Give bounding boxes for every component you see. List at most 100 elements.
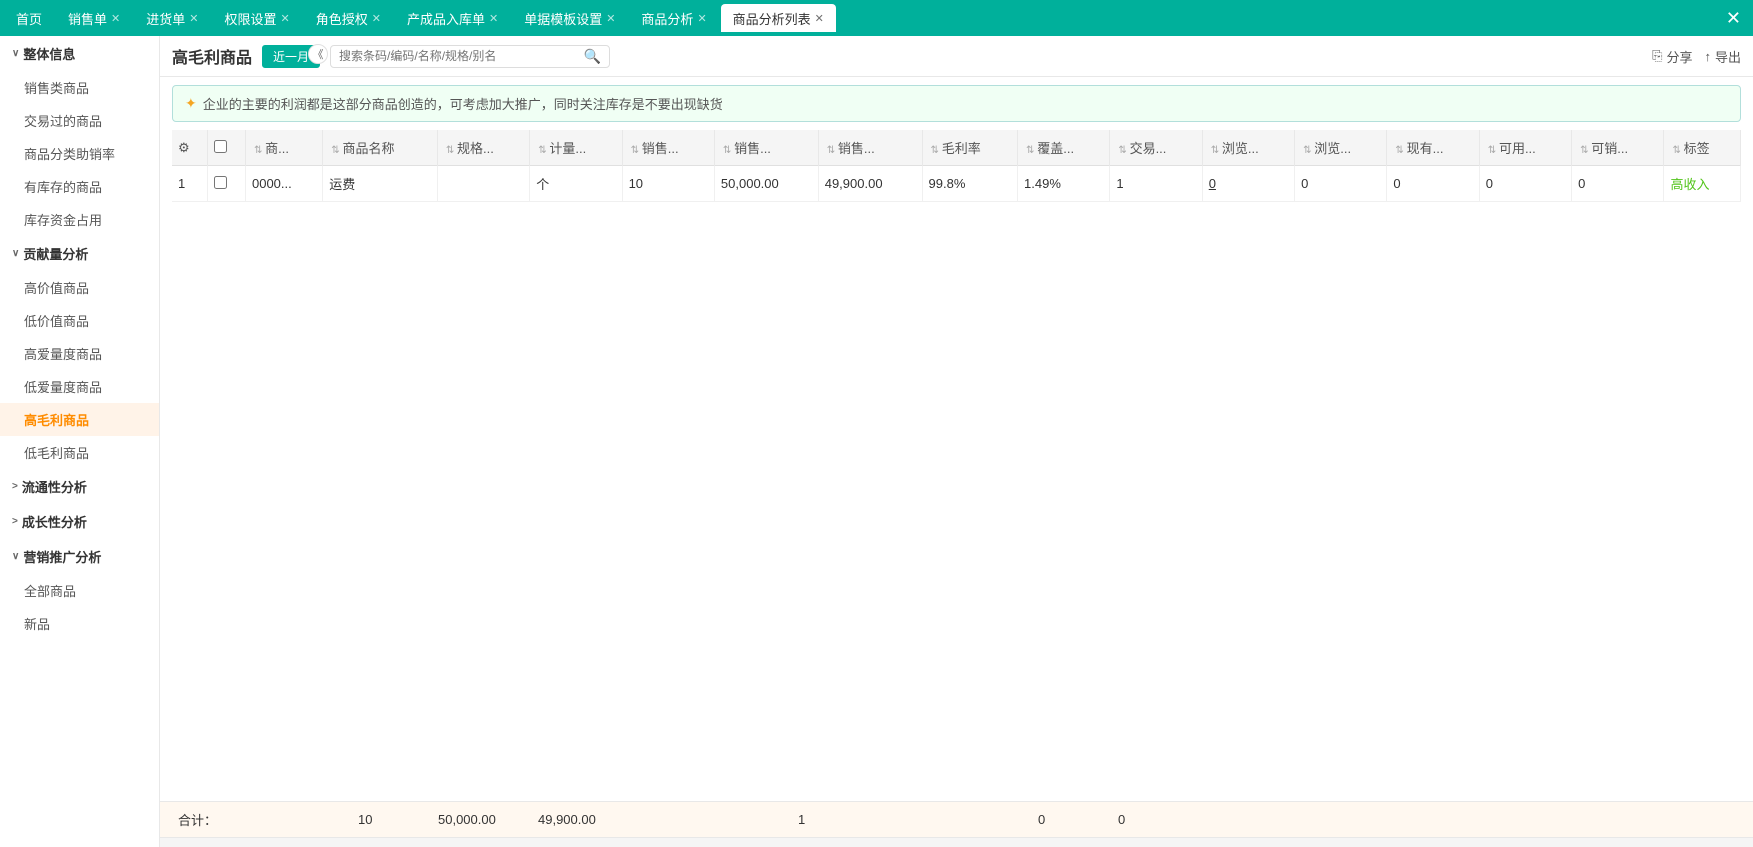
table-row: 10000...运费个1050,000.0049,900.0099.8%1.49…: [172, 166, 1741, 202]
sidebar-section-0[interactable]: ∨整体信息: [0, 36, 159, 71]
sidebar-item-全部商品[interactable]: 全部商品: [0, 574, 159, 607]
tab-权限设置[interactable]: 权限设置 ✕: [212, 4, 301, 32]
export-button[interactable]: ↑ 导出: [1704, 47, 1741, 66]
tab-close-icon[interactable]: ✕: [372, 12, 381, 25]
sidebar-item-销售类商品[interactable]: 销售类商品: [0, 71, 159, 104]
tab-单据模板设置[interactable]: 单据模板设置 ✕: [512, 4, 627, 32]
cell-code: 0000...: [245, 166, 322, 202]
col-header-saleable[interactable]: ⇅ 可销...: [1572, 130, 1664, 166]
cell-coverage: 1.49%: [1018, 166, 1110, 202]
sidebar: ∨整体信息销售类商品交易过的商品商品分类助销率有库存的商品库存资金占用 ∨ 贡献量分…: [0, 36, 160, 847]
col-header-gross_margin[interactable]: ⇅ 毛利率: [922, 130, 1018, 166]
sidebar-item-新品[interactable]: 新品: [0, 607, 159, 640]
sidebar-item-低爱量度商品[interactable]: 低爱量度商品: [0, 370, 159, 403]
cell-sales_profit: 49,900.00: [818, 166, 922, 202]
chevron-icon: ∨: [12, 248, 19, 259]
sidebar-section-2[interactable]: >流通性分析: [0, 469, 159, 504]
tab-商品分析列表[interactable]: 商品分析列表 ✕: [721, 4, 836, 32]
cell-browse2: 0: [1295, 166, 1387, 202]
cell-checkbox: [207, 166, 245, 202]
tab-close-icon[interactable]: ✕: [489, 12, 498, 25]
sidebar-section-4[interactable]: ∨营销推广分析: [0, 539, 159, 574]
footer-current-stock: 0: [1032, 812, 1112, 827]
tab-进货单[interactable]: 进货单 ✕: [134, 4, 210, 32]
tab-产成品入库单[interactable]: 产成品入库单 ✕: [395, 4, 510, 32]
sort-icon: ⇅: [1488, 145, 1499, 156]
sidebar-collapse-button[interactable]: 《: [308, 44, 328, 64]
col-header-code[interactable]: ⇅ 商...: [245, 130, 322, 166]
tab-close-icon[interactable]: ✕: [281, 12, 290, 25]
sidebar-item-低价值商品[interactable]: 低价值商品: [0, 304, 159, 337]
sidebar-item-交易过的商品[interactable]: 交易过的商品: [0, 104, 159, 137]
sidebar-item-高爱量度商品[interactable]: 高爱量度商品: [0, 337, 159, 370]
chevron-icon: ∨: [12, 48, 19, 59]
footer-available: 0: [1112, 812, 1192, 827]
sidebar-item-有库存的商品[interactable]: 有库存的商品: [0, 170, 159, 203]
col-header-unit[interactable]: ⇅ 计量...: [530, 130, 622, 166]
col-header-current_stock[interactable]: ⇅ 现有...: [1387, 130, 1479, 166]
chevron-icon: ∨: [12, 551, 19, 562]
app-close-button[interactable]: ✕: [1718, 8, 1749, 29]
sort-icon: ⇅: [827, 145, 838, 156]
footer-label: 合计：: [172, 810, 352, 829]
tab-close-icon[interactable]: ✕: [606, 12, 615, 25]
cell-sales_amount: 50,000.00: [714, 166, 818, 202]
col-header-coverage[interactable]: ⇅ 覆盖...: [1018, 130, 1110, 166]
col-header-sales_amount[interactable]: ⇅ 销售...: [714, 130, 818, 166]
col-header-available[interactable]: ⇅ 可用...: [1479, 130, 1571, 166]
share-button[interactable]: ⎘ 分享: [1652, 47, 1692, 66]
cell-gross_margin: 99.8%: [922, 166, 1018, 202]
tab-close-icon[interactable]: ✕: [111, 12, 120, 25]
content-header: 高毛利商品 近一月 🔍 ⎘ 分享 ↑ 导出: [160, 36, 1753, 77]
row-checkbox[interactable]: [214, 176, 227, 189]
cell-trade: 1: [1110, 166, 1202, 202]
search-box: 🔍: [330, 45, 610, 68]
select-all-checkbox[interactable]: [214, 140, 227, 153]
search-icon[interactable]: 🔍: [584, 48, 601, 65]
tab-角色授权[interactable]: 角色授权 ✕: [304, 4, 393, 32]
cell-tag: 高收入: [1664, 166, 1741, 202]
sidebar-section-1[interactable]: ∨ 贡献量分析: [0, 236, 159, 271]
col-header-trade[interactable]: ⇅ 交易...: [1110, 130, 1202, 166]
cell-browse1[interactable]: 0: [1202, 166, 1294, 202]
tab-销售单[interactable]: 销售单 ✕: [56, 4, 132, 32]
cell-current_stock: 0: [1387, 166, 1479, 202]
footer-sales-qty: 10: [352, 812, 432, 827]
info-banner: ✦ 企业的主要的利润都是这部分商品创造的，可考虑加大推广，同时关注库存是不要出现…: [172, 85, 1741, 122]
tab-商品分析[interactable]: 商品分析 ✕: [629, 4, 718, 32]
col-header-index[interactable]: ⚙: [172, 130, 207, 166]
data-table-wrapper: ⚙⇅ 商...⇅ 商品名称⇅ 规格...⇅ 计量...⇅ 销售...⇅ 销售..…: [172, 130, 1741, 801]
gear-icon[interactable]: ⚙: [178, 140, 190, 155]
col-header-checkbox[interactable]: [207, 130, 245, 166]
sort-icon: ⇅: [723, 145, 734, 156]
col-header-browse2[interactable]: ⇅ 浏览...: [1295, 130, 1387, 166]
sort-icon: ⇅: [931, 145, 942, 156]
sidebar-item-高价值商品[interactable]: 高价值商品: [0, 271, 159, 304]
sidebar-section-label: 流通性分析: [22, 477, 87, 496]
sort-icon: ⇅: [1211, 145, 1222, 156]
cell-name: 运费: [323, 166, 438, 202]
bottom-scrollbar[interactable]: [160, 837, 1753, 847]
main-layout: ∨整体信息销售类商品交易过的商品商品分类助销率有库存的商品库存资金占用 ∨ 贡献量分…: [0, 36, 1753, 847]
data-table: ⚙⇅ 商...⇅ 商品名称⇅ 规格...⇅ 计量...⇅ 销售...⇅ 销售..…: [172, 130, 1741, 202]
sort-icon: ⇅: [631, 145, 642, 156]
sidebar-item-低毛利商品[interactable]: 低毛利商品: [0, 436, 159, 469]
sidebar-section-3[interactable]: >成长性分析: [0, 504, 159, 539]
tab-首页[interactable]: 首页: [4, 4, 54, 32]
tab-close-icon[interactable]: ✕: [189, 12, 198, 25]
col-header-name[interactable]: ⇅ 商品名称: [323, 130, 438, 166]
col-header-browse1[interactable]: ⇅ 浏览...: [1202, 130, 1294, 166]
col-header-spec[interactable]: ⇅ 规格...: [437, 130, 529, 166]
sidebar-item-商品分类助销率[interactable]: 商品分类助销率: [0, 137, 159, 170]
search-input[interactable]: [339, 49, 578, 63]
col-header-tag[interactable]: ⇅ 标签: [1664, 130, 1741, 166]
col-header-sales_qty[interactable]: ⇅ 销售...: [622, 130, 714, 166]
tab-close-icon[interactable]: ✕: [697, 12, 706, 25]
sidebar-section-label: 贡献量分析: [23, 244, 88, 263]
sidebar-item-高毛利商品[interactable]: 高毛利商品: [0, 403, 159, 436]
col-header-sales_profit[interactable]: ⇅ 销售...: [818, 130, 922, 166]
cell-saleable: 0: [1572, 166, 1664, 202]
footer-sales-profit: 49,900.00: [532, 812, 632, 827]
sidebar-item-库存资金占用[interactable]: 库存资金占用: [0, 203, 159, 236]
tab-close-icon[interactable]: ✕: [815, 12, 824, 25]
